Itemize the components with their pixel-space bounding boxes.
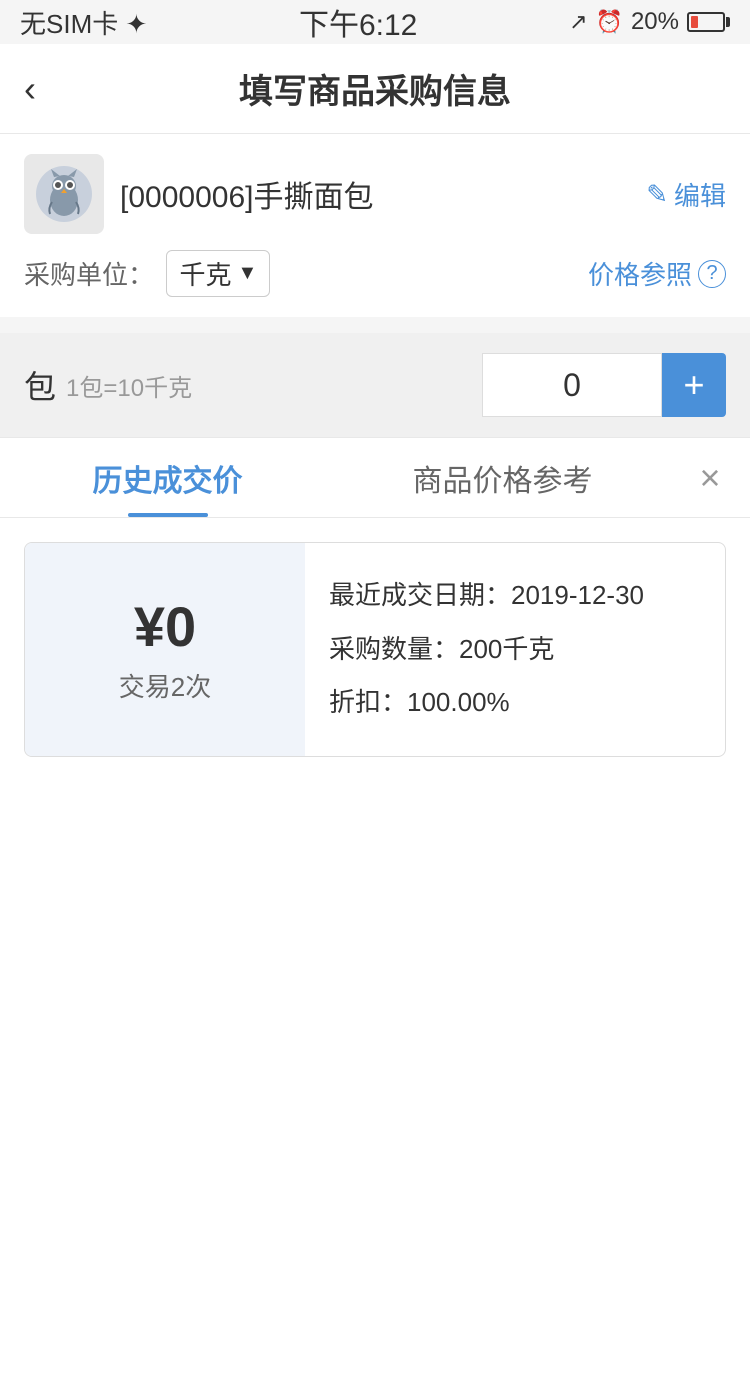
quantity-label: 包 1包=10千克 bbox=[24, 362, 192, 408]
location-icon: ↗ bbox=[569, 9, 587, 35]
tab-close-button[interactable]: × bbox=[670, 457, 750, 499]
nav-bar: ‹ 填写商品采购信息 bbox=[0, 44, 750, 134]
product-thumbnail bbox=[24, 154, 104, 234]
product-image bbox=[34, 164, 94, 224]
product-section: [0000006]手撕面包 ✎ 编辑 采购单位： 千克 ▼ 价格参照 ? bbox=[0, 134, 750, 317]
status-indicators: ↗ ⏰ 20% bbox=[569, 8, 730, 36]
price-reference-button[interactable]: 价格参照 ? bbox=[588, 255, 726, 292]
quantity-row: 采购数量：200千克 bbox=[329, 629, 701, 671]
unit-select-button[interactable]: 千克 ▼ bbox=[166, 250, 270, 297]
product-name: [0000006]手撕面包 bbox=[120, 172, 373, 216]
recent-date-row: 最近成交日期：2019-12-30 bbox=[329, 575, 701, 617]
tab-active-indicator bbox=[128, 513, 208, 517]
quantity-plus-button[interactable]: + bbox=[662, 353, 726, 417]
price-amount: ¥0 bbox=[134, 594, 196, 659]
tab-product-price-reference[interactable]: 商品价格参考 bbox=[335, 438, 670, 517]
unit-selector-row: 采购单位： 千克 ▼ bbox=[24, 250, 270, 297]
discount-row: 折扣：100.00% bbox=[329, 682, 701, 724]
status-bar: 无SIM卡 ✦ 下午6:12 ↗ ⏰ 20% bbox=[0, 0, 750, 44]
status-carrier: 无SIM卡 ✦ bbox=[20, 4, 147, 41]
bottom-empty-area bbox=[0, 781, 750, 1381]
price-card: ¥0 交易2次 最近成交日期：2019-12-30 采购数量：200千克 折扣：… bbox=[24, 542, 726, 757]
battery-percent: 20% bbox=[631, 8, 679, 36]
price-transactions: 交易2次 bbox=[119, 667, 211, 704]
product-header: [0000006]手撕面包 ✎ 编辑 bbox=[24, 154, 726, 234]
quantity-control: 0 + bbox=[482, 353, 726, 417]
page-title: 填写商品采购信息 bbox=[239, 64, 511, 113]
price-card-right: 最近成交日期：2019-12-30 采购数量：200千克 折扣：100.00% bbox=[305, 543, 725, 756]
product-meta: 采购单位： 千克 ▼ 价格参照 ? bbox=[24, 250, 726, 297]
edit-button[interactable]: ✎ 编辑 bbox=[646, 176, 726, 213]
price-card-container: ¥0 交易2次 最近成交日期：2019-12-30 采购数量：200千克 折扣：… bbox=[0, 518, 750, 781]
back-button[interactable]: ‹ bbox=[24, 68, 36, 110]
price-card-left: ¥0 交易2次 bbox=[25, 543, 305, 756]
carrier-text: 无SIM卡 ✦ bbox=[20, 4, 147, 41]
quantity-section: 包 1包=10千克 0 + bbox=[0, 333, 750, 437]
chevron-down-icon: ▼ bbox=[237, 262, 257, 285]
quantity-input[interactable]: 0 bbox=[482, 353, 662, 417]
tab-history-price[interactable]: 历史成交价 bbox=[0, 438, 335, 517]
product-header-left: [0000006]手撕面包 bbox=[24, 154, 373, 234]
alarm-icon: ⏰ bbox=[596, 9, 623, 35]
help-icon: ? bbox=[698, 260, 726, 288]
tab-bar: 历史成交价 商品价格参考 × bbox=[0, 438, 750, 518]
battery-icon bbox=[687, 12, 730, 32]
tab-section: 历史成交价 商品价格参考 × ¥0 交易2次 最近成交日期：2019-12-30 bbox=[0, 437, 750, 1381]
edit-icon: ✎ bbox=[646, 179, 668, 210]
status-time: 下午6:12 bbox=[299, 0, 417, 44]
